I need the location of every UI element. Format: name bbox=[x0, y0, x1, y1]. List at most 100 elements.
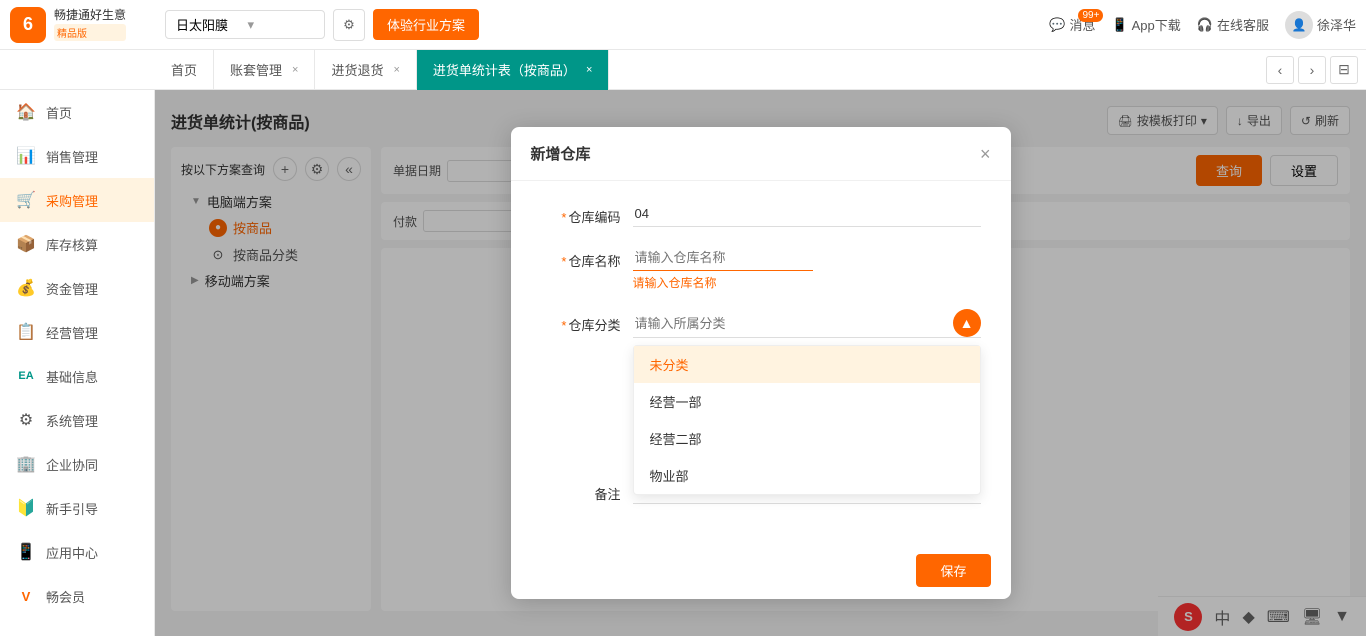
category-option-unclassified[interactable]: 未分类 bbox=[634, 346, 980, 383]
category-input-row: ▲ bbox=[633, 309, 981, 338]
warehouse-notes-label: 备注 bbox=[541, 478, 621, 503]
tab-account-close[interactable]: × bbox=[292, 64, 298, 76]
tab-purchase-stats-close[interactable]: × bbox=[586, 64, 592, 76]
phone-icon: 📱 bbox=[1111, 17, 1127, 33]
chevron-down-icon: ▾ bbox=[248, 17, 315, 33]
tab-purchase-return[interactable]: 进货退货 × bbox=[315, 50, 416, 90]
sidebar-item-vip[interactable]: V 畅会员 bbox=[0, 574, 154, 618]
tab-next-button[interactable]: › bbox=[1298, 56, 1326, 84]
warehouse-name-label: *仓库名称 bbox=[541, 245, 621, 270]
inventory-icon: 📦 bbox=[16, 234, 36, 254]
sidebar-item-label-guide: 新手引导 bbox=[46, 499, 98, 518]
system-icon: ⚙ bbox=[16, 410, 36, 430]
message-item[interactable]: 💬 消息 99+ bbox=[1049, 15, 1095, 34]
home-icon: 🏠 bbox=[16, 102, 36, 122]
nav-right: 💬 消息 99+ 📱 App下载 🎧 在线客服 👤 徐泽华 bbox=[1049, 11, 1356, 39]
sidebar-item-label-home: 首页 bbox=[46, 103, 72, 122]
logo-text-area: 畅捷通好生意 精品版 bbox=[54, 8, 126, 41]
username-label: 徐泽华 bbox=[1317, 15, 1356, 34]
tab-bar: 首页 账套管理 × 进货退货 × 进货单统计表（按商品） × ‹ › ⊟ bbox=[0, 50, 1366, 90]
sidebar-item-operations[interactable]: 📋 经营管理 bbox=[0, 310, 154, 354]
message-badge: 99+ bbox=[1078, 9, 1103, 22]
sidebar-item-app-center[interactable]: 📱 应用中心 bbox=[0, 530, 154, 574]
online-service-label: 在线客服 bbox=[1217, 15, 1269, 34]
message-icon: 💬 bbox=[1049, 17, 1065, 33]
logo-icon: 6 bbox=[10, 7, 46, 43]
tab-prev-button[interactable]: ‹ bbox=[1266, 56, 1294, 84]
tab-purchase-return-close[interactable]: × bbox=[393, 64, 399, 76]
warehouse-name-row: *仓库名称 请输入仓库名称 bbox=[541, 245, 981, 291]
warehouse-name-wrapper: 请输入仓库名称 bbox=[633, 245, 813, 291]
sidebar-item-label-basic-info: 基础信息 bbox=[46, 367, 98, 386]
sidebar: 🏠 首页 📊 销售管理 🛒 采购管理 📦 库存核算 💰 资金管理 📋 经营管理 … bbox=[0, 90, 155, 636]
sidebar-item-label-inventory: 库存核算 bbox=[46, 235, 98, 254]
tab-purchase-stats[interactable]: 进货单统计表（按商品） × bbox=[417, 50, 609, 90]
online-service-item[interactable]: 🎧 在线客服 bbox=[1197, 15, 1269, 34]
category-option-operations1[interactable]: 经营一部 bbox=[634, 383, 980, 420]
warehouse-category-label: *仓库分类 bbox=[541, 309, 621, 334]
guide-icon: 🔰 bbox=[16, 498, 36, 518]
modal-close-button[interactable]: × bbox=[980, 145, 991, 163]
modal-overlay[interactable]: 新增仓库 × *仓库编码 *仓库名称 bbox=[155, 90, 1366, 636]
sidebar-item-label-system: 系统管理 bbox=[46, 411, 98, 430]
tab-menu-button[interactable]: ⊟ bbox=[1330, 56, 1358, 84]
add-warehouse-modal: 新增仓库 × *仓库编码 *仓库名称 bbox=[511, 127, 1011, 599]
enterprise-icon: 🏢 bbox=[16, 454, 36, 474]
sidebar-item-home[interactable]: 🏠 首页 bbox=[0, 90, 154, 134]
category-option-operations2[interactable]: 经营二部 bbox=[634, 420, 980, 457]
vip-icon: V bbox=[16, 586, 36, 606]
settings-button[interactable]: ⚙ bbox=[333, 9, 365, 41]
app-download-item[interactable]: 📱 App下载 bbox=[1111, 15, 1180, 34]
tab-purchase-stats-label: 进货单统计表（按商品） bbox=[433, 60, 576, 79]
sidebar-item-label-sales: 销售管理 bbox=[46, 147, 98, 166]
store-selector[interactable]: 日太阳膜 ▾ bbox=[165, 10, 325, 39]
sidebar-item-sales[interactable]: 📊 销售管理 bbox=[0, 134, 154, 178]
warehouse-category-input[interactable] bbox=[633, 311, 953, 336]
warehouse-name-input[interactable] bbox=[633, 245, 813, 271]
store-name: 日太阳膜 bbox=[176, 15, 243, 34]
purchase-icon: 🛒 bbox=[16, 190, 36, 210]
app-center-icon: 📱 bbox=[16, 542, 36, 562]
chevron-up-icon: ▲ bbox=[960, 315, 974, 331]
sidebar-item-enterprise[interactable]: 🏢 企业协同 bbox=[0, 442, 154, 486]
logo-area: 6 畅捷通好生意 精品版 bbox=[10, 7, 165, 43]
tab-account-label: 账套管理 bbox=[230, 60, 282, 79]
tab-account[interactable]: 账套管理 × bbox=[214, 50, 315, 90]
category-toggle-button[interactable]: ▲ bbox=[953, 309, 981, 337]
tab-home-label: 首页 bbox=[171, 60, 197, 79]
sidebar-item-guide[interactable]: 🔰 新手引导 bbox=[0, 486, 154, 530]
finance-icon: 💰 bbox=[16, 278, 36, 298]
sidebar-item-basic-info[interactable]: EA 基础信息 bbox=[0, 354, 154, 398]
sidebar-item-inventory[interactable]: 📦 库存核算 bbox=[0, 222, 154, 266]
try-industry-button[interactable]: 体验行业方案 bbox=[373, 9, 479, 40]
logo-name: 畅捷通好生意 bbox=[54, 8, 126, 24]
app-download-label: App下载 bbox=[1132, 15, 1181, 34]
modal-title: 新增仓库 bbox=[531, 143, 591, 164]
content-area: 进货单统计(按商品) 🖨 按模板打印 ▾ ↓ 导出 ↺ 刷新 bbox=[155, 90, 1366, 636]
user-item[interactable]: 👤 徐泽华 bbox=[1285, 11, 1356, 39]
category-option-property[interactable]: 物业部 bbox=[634, 457, 980, 494]
warehouse-category-wrapper: ▲ 未分类 经营一部 经营二部 物业部 bbox=[633, 309, 981, 338]
headset-icon: 🎧 bbox=[1197, 17, 1213, 33]
operations-icon: 📋 bbox=[16, 322, 36, 342]
sidebar-item-label-operations: 经营管理 bbox=[46, 323, 98, 342]
basic-info-icon: EA bbox=[16, 366, 36, 386]
modal-header: 新增仓库 × bbox=[511, 127, 1011, 181]
warehouse-code-label: *仓库编码 bbox=[541, 201, 621, 226]
modal-footer: 保存 bbox=[511, 542, 1011, 599]
warehouse-category-row: *仓库分类 ▲ 未分类 经 bbox=[541, 309, 981, 338]
modal-save-button[interactable]: 保存 bbox=[916, 554, 990, 587]
tab-purchase-return-label: 进货退货 bbox=[331, 60, 383, 79]
sidebar-item-finance[interactable]: 💰 资金管理 bbox=[0, 266, 154, 310]
tab-home[interactable]: 首页 bbox=[155, 50, 214, 90]
sidebar-item-label-app-center: 应用中心 bbox=[46, 543, 98, 562]
sidebar-item-label-finance: 资金管理 bbox=[46, 279, 98, 298]
logo-sub: 精品版 bbox=[54, 24, 126, 41]
sidebar-item-system[interactable]: ⚙ 系统管理 bbox=[0, 398, 154, 442]
warehouse-code-input[interactable] bbox=[633, 201, 981, 227]
warehouse-code-row: *仓库编码 bbox=[541, 201, 981, 227]
modal-body: *仓库编码 *仓库名称 请输入仓库名称 bbox=[511, 181, 1011, 542]
main-layout: 🏠 首页 📊 销售管理 🛒 采购管理 📦 库存核算 💰 资金管理 📋 经营管理 … bbox=[0, 90, 1366, 636]
sidebar-item-purchase[interactable]: 🛒 采购管理 bbox=[0, 178, 154, 222]
avatar-icon: 👤 bbox=[1292, 18, 1307, 32]
